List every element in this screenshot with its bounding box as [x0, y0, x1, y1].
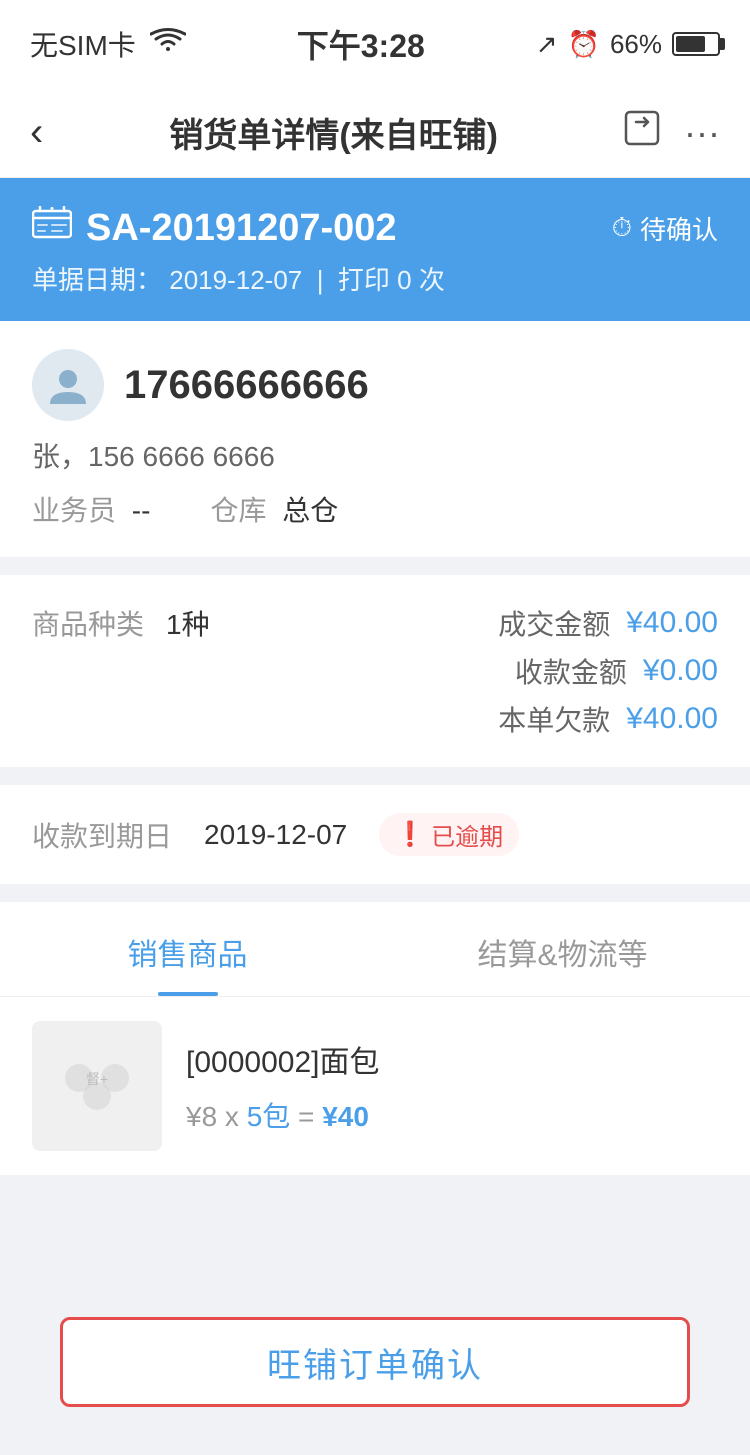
debt-row: 本单欠款 ¥40.00 — [498, 699, 718, 739]
tab-sales-products[interactable]: 销售商品 — [0, 902, 375, 996]
customer-info-row: 业务员 -- 仓库 总仓 — [32, 489, 718, 529]
bottom-area: 旺铺订单确认 — [0, 1175, 750, 1455]
product-item: 督+ [0000002]面包 ¥8 x 5包 = ¥40 — [0, 997, 750, 1175]
product-type: 商品种类 1种 — [32, 603, 210, 643]
warehouse-label: 仓库 — [210, 495, 266, 526]
product-price: ¥8 x — [186, 1101, 247, 1132]
customer-phone: 17666666666 — [124, 363, 369, 408]
payment-row: 收款金额 ¥0.00 — [515, 651, 718, 691]
product-price-row: ¥8 x 5包 = ¥40 — [186, 1095, 718, 1135]
tabs-section: 销售商品 结算&物流等 督+ [0000002]面包 ¥8 x 5包 = ¥40 — [0, 902, 750, 1175]
order-id: SA-20191207-002 — [32, 206, 397, 250]
location-icon: ↗ — [536, 29, 558, 60]
salesperson-label: 业务员 — [32, 495, 116, 526]
overdue-text: 已逾期 — [431, 817, 503, 852]
status-badge: ⏱ 待确认 — [612, 210, 718, 247]
product-name: [0000002]面包 — [186, 1037, 718, 1081]
nav-bar: ‹ 销货单详情(来自旺铺) ··· — [0, 88, 750, 178]
battery-icon — [672, 32, 720, 56]
due-date: 2019-12-07 — [204, 819, 347, 851]
product-qty: 5包 — [247, 1101, 291, 1132]
wifi-icon — [150, 27, 186, 62]
salesperson-value: -- — [132, 495, 151, 526]
page-title: 销货单详情(来自旺铺) — [169, 108, 498, 157]
amount-row: 成交金额 ¥40.00 — [498, 603, 718, 643]
order-meta: 单据日期： 2019-12-07 | 打印 0 次 — [32, 260, 718, 297]
nav-actions: ··· — [624, 110, 720, 155]
avatar — [32, 349, 104, 421]
battery-text: 66% — [610, 29, 662, 60]
product-total: ¥40 — [322, 1101, 369, 1132]
share-icon[interactable] — [624, 110, 660, 155]
status-bar: 无SIM卡 下午3:28 ↗ ⏰ 66% — [0, 0, 750, 88]
order-icon — [32, 206, 72, 250]
due-label: 收款到期日 — [32, 815, 172, 855]
status-left: 无SIM卡 — [30, 24, 186, 64]
status-text: 待确认 — [640, 210, 718, 247]
status-right: ↗ ⏰ 66% — [536, 29, 720, 60]
customer-section: 17666666666 张，156 6666 6666 业务员 -- 仓库 总仓 — [0, 321, 750, 557]
amounts: 成交金额 ¥40.00 收款金额 ¥0.00 本单欠款 ¥40.00 — [498, 603, 718, 739]
order-id-text: SA-20191207-002 — [86, 207, 397, 250]
overdue-icon: ❗ — [395, 820, 425, 849]
summary-section: 商品种类 1种 成交金额 ¥40.00 收款金额 ¥0.00 本单欠款 ¥40.… — [0, 575, 750, 767]
product-info: [0000002]面包 ¥8 x 5包 = ¥40 — [186, 1037, 718, 1135]
carrier-text: 无SIM卡 — [30, 24, 136, 64]
status-clock-icon: ⏱ — [612, 212, 632, 244]
status-time: 下午3:28 — [297, 21, 425, 67]
header-card: SA-20191207-002 ⏱ 待确认 单据日期： 2019-12-07 |… — [0, 178, 750, 321]
alarm-icon: ⏰ — [568, 29, 600, 60]
more-icon[interactable]: ··· — [684, 112, 720, 154]
confirm-button[interactable]: 旺铺订单确认 — [60, 1317, 690, 1407]
customer-top: 17666666666 — [32, 349, 718, 421]
svg-text:督+: 督+ — [86, 1071, 108, 1087]
product-equals: = — [290, 1101, 322, 1132]
customer-name: 张，156 6666 6666 — [32, 435, 718, 475]
back-button[interactable]: ‹ — [30, 110, 43, 155]
warehouse-value: 总仓 — [282, 495, 338, 526]
due-section: 收款到期日 2019-12-07 ❗ 已逾期 — [0, 785, 750, 884]
tab-settlement[interactable]: 结算&物流等 — [375, 902, 750, 996]
overdue-badge: ❗ 已逾期 — [379, 813, 519, 856]
tabs-header: 销售商品 结算&物流等 — [0, 902, 750, 997]
product-thumbnail: 督+ — [32, 1021, 162, 1151]
